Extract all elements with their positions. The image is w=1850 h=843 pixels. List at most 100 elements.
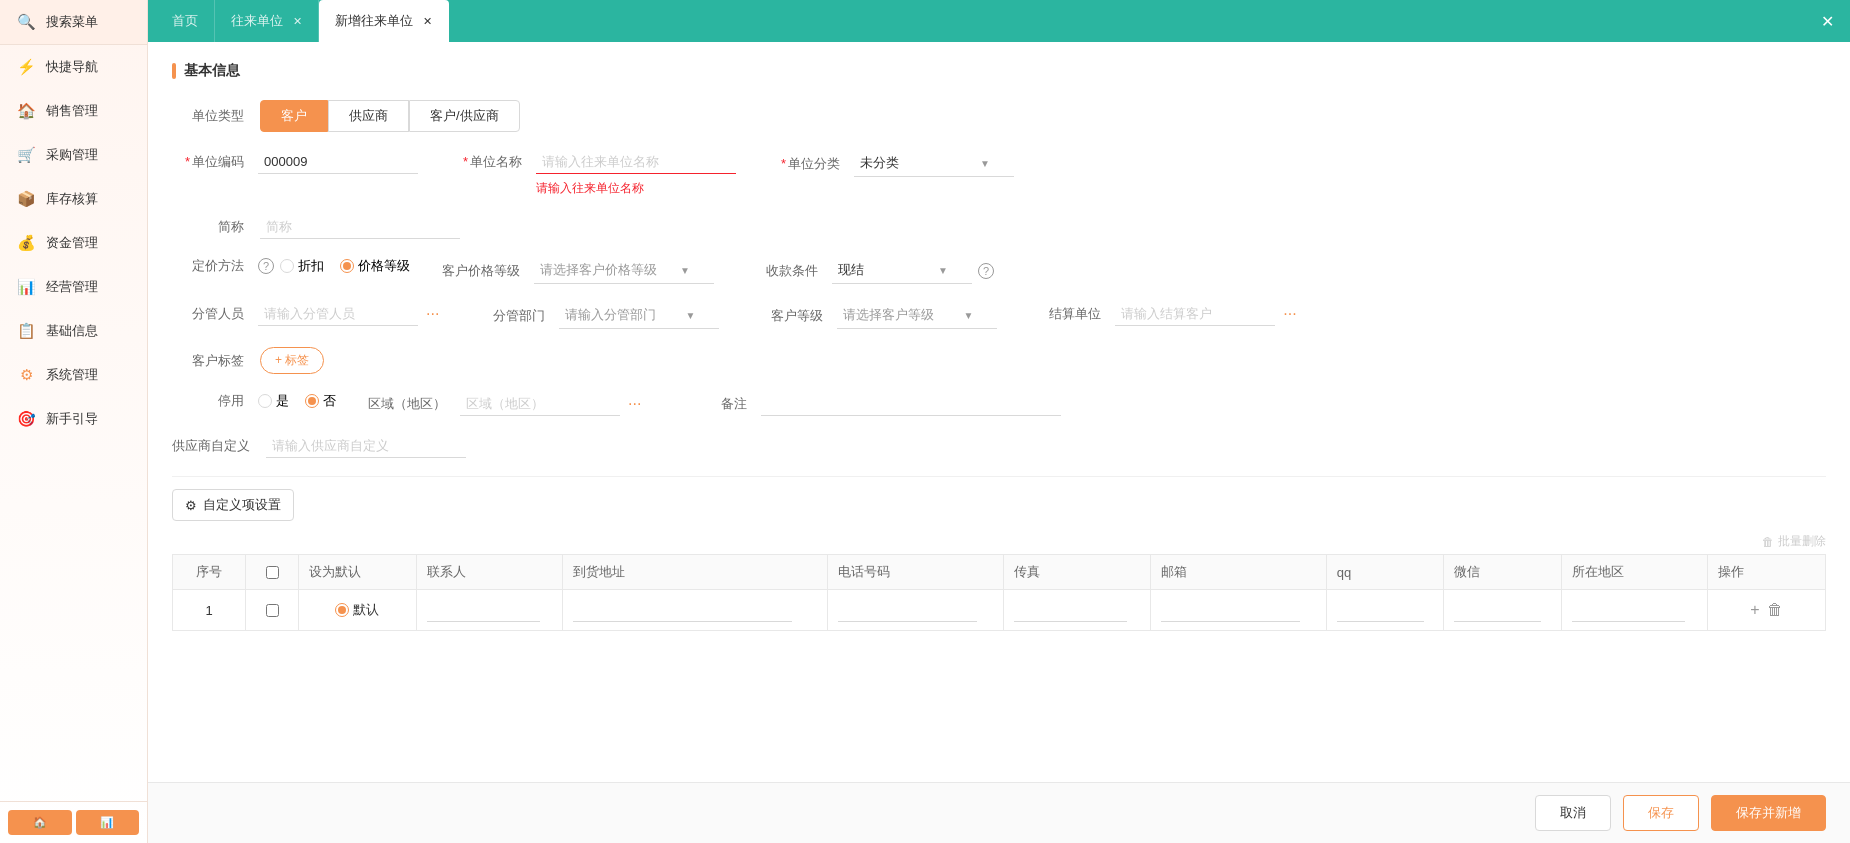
disabled-field: 停用 是 否 [172,392,336,410]
row-address-input[interactable] [573,598,792,622]
row-contact-input[interactable] [427,598,540,622]
sidebar-item-label: 经营管理 [46,278,98,296]
row-fax-input[interactable] [1014,598,1127,622]
short-name-input[interactable] [260,215,460,239]
row-delete-btn[interactable]: 🗑 [1765,599,1785,621]
col-region: 所在地区 [1561,555,1708,590]
unit-name-input[interactable] [536,150,736,174]
sidebar-stats-btn[interactable]: 📊 [76,810,140,835]
tab-partner-label: 往来单位 [231,12,283,30]
tab-home[interactable]: 首页 [156,0,215,42]
disabled-no-option[interactable]: 否 [305,392,336,410]
type-btn-customer[interactable]: 客户 [260,100,328,132]
sidebar-item-label: 采购管理 [46,146,98,164]
batch-delete-label[interactable]: 批量删除 [1778,533,1826,550]
customer-level-select[interactable]: 请选择客户等级 ▼ [837,302,997,329]
pricing-row: 定价方法 ? 折扣 价格等级 客户价格等级 请选择客户价格等级 [172,257,1826,284]
custom-settings-btn[interactable]: ⚙ 自定义项设置 [172,489,294,521]
payment-terms-chevron: ▼ [938,265,948,276]
unit-code-label: 单位编码 [172,153,252,171]
row-qq [1326,590,1443,631]
region-more-btn[interactable]: ··· [626,395,643,413]
sidebar-search-label: 搜索菜单 [46,13,98,31]
sidebar-item-purchase[interactable]: 🛒 采购管理 [0,133,147,177]
remark-label: 备注 [675,395,755,413]
sidebar-item-sales[interactable]: 🏠 销售管理 [0,89,147,133]
col-fax: 传真 [1003,555,1150,590]
col-default: 设为默认 [299,555,416,590]
row-index: 1 [173,590,246,631]
sidebar-item-system[interactable]: ⚙ 系统管理 [0,353,147,397]
pricing-level-radio [340,259,354,273]
disabled-yes-option[interactable]: 是 [258,392,289,410]
payment-terms-help[interactable]: ? [978,263,994,279]
sidebar-item-label: 资金管理 [46,234,98,252]
col-index: 序号 [173,555,246,590]
pricing-discount-option[interactable]: 折扣 [280,257,324,275]
customer-level-label: 客户等级 [751,307,831,325]
sidebar-item-finance[interactable]: 💰 资金管理 [0,221,147,265]
pricing-method-help[interactable]: ? [258,258,274,274]
type-btn-both[interactable]: 客户/供应商 [409,100,520,132]
system-icon: ⚙ [16,365,36,385]
section-title-text: 基本信息 [184,62,240,80]
cancel-button[interactable]: 取消 [1535,795,1611,831]
tab-new-partner-close[interactable]: ✕ [423,15,432,28]
select-all-checkbox[interactable] [266,566,279,579]
row-phone-input[interactable] [838,598,978,622]
disabled-no-radio [305,394,319,408]
settlement-unit-input[interactable] [1115,302,1275,326]
type-btn-supplier[interactable]: 供应商 [328,100,409,132]
unit-code-input[interactable] [258,150,418,174]
pricing-level-option[interactable]: 价格等级 [340,257,410,275]
sidebar-home-btn[interactable]: 🏠 [8,810,72,835]
purchase-icon: 🛒 [16,145,36,165]
tab-partner[interactable]: 往来单位 ✕ [215,0,319,42]
row-checkbox-cell [246,590,299,631]
row-qq-input[interactable] [1337,598,1424,622]
row-contact [416,590,563,631]
pricing-discount-radio [280,259,294,273]
code-name-category-row: 单位编码 单位名称 请输入往来单位名称 单位分类 未分类 ▼ [172,150,1826,197]
supplier-custom-input[interactable] [266,434,466,458]
customer-price-level-select[interactable]: 请选择客户价格等级 ▼ [534,257,714,284]
region-input[interactable] [460,392,620,416]
sidebar-item-basic-info[interactable]: 📋 基础信息 [0,309,147,353]
remark-input[interactable] [761,392,1061,416]
add-tag-btn[interactable]: + 标签 [260,347,324,374]
sidebar-item-inventory[interactable]: 📦 库存核算 [0,177,147,221]
row-default-radio [335,603,349,617]
pricing-method-radio: 折扣 价格等级 [280,257,410,275]
sidebar-item-quick-nav[interactable]: ⚡ 快捷导航 [0,45,147,89]
payment-terms-select[interactable]: 现结 ▼ [832,257,972,284]
save-and-new-button[interactable]: 保存并新增 [1711,795,1826,831]
unit-type-group: 客户 供应商 客户/供应商 [260,100,520,132]
basic-info-icon: 📋 [16,321,36,341]
row-email [1150,590,1326,631]
col-qq: qq [1326,555,1443,590]
tab-partner-close[interactable]: ✕ [293,15,302,28]
department-select[interactable]: 请输入分管部门 ▼ [559,302,719,329]
tab-new-partner[interactable]: 新增往来单位 ✕ [319,0,449,42]
manager-input[interactable] [258,302,418,326]
sidebar-item-search[interactable]: 🔍 搜索菜单 [0,0,147,45]
manager-more-btn[interactable]: ··· [424,305,441,323]
row-add-btn[interactable]: + [1748,599,1761,621]
settlement-unit-more-btn[interactable]: ··· [1281,305,1298,323]
row-region-input[interactable] [1572,598,1685,622]
unit-category-select[interactable]: 未分类 ▼ [854,150,1014,177]
tab-home-label: 首页 [172,12,198,30]
save-button[interactable]: 保存 [1623,795,1699,831]
row-email-input[interactable] [1161,598,1301,622]
sidebar-item-guide[interactable]: 🎯 新手引导 [0,397,147,441]
row-region [1561,590,1708,631]
unit-code-field: 单位编码 [172,150,418,174]
row-default-radio-item[interactable]: 默认 [309,601,405,619]
row-wechat-input[interactable] [1454,598,1541,622]
row-fax [1003,590,1150,631]
close-all-tabs-btn[interactable]: ✕ [1813,12,1842,31]
customer-price-level-label: 客户价格等级 [442,262,528,280]
sidebar-item-operation[interactable]: 📊 经营管理 [0,265,147,309]
settlement-unit-label: 结算单位 [1029,305,1109,323]
row-checkbox[interactable] [266,604,279,617]
